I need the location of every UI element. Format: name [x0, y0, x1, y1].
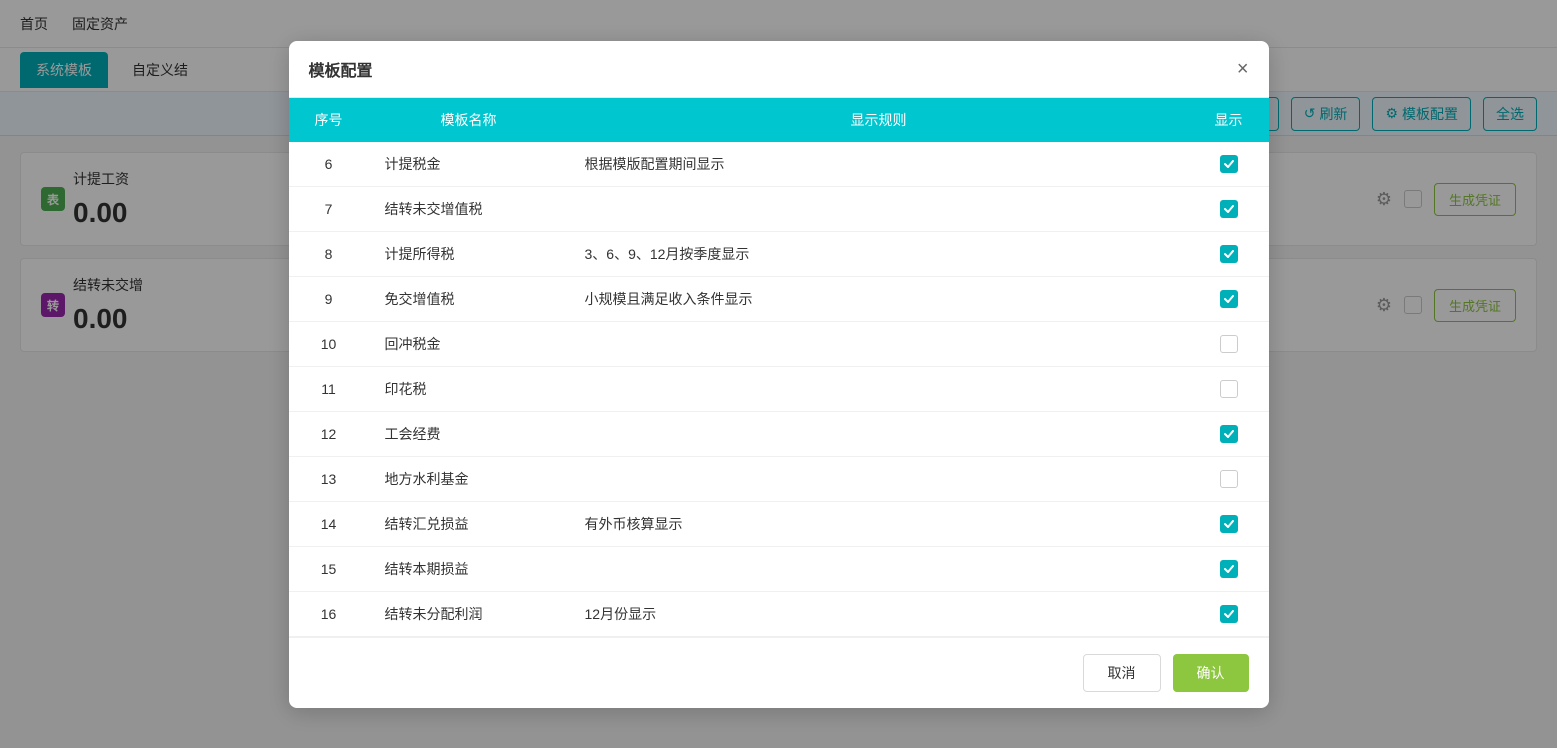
row-checkbox-6[interactable]	[1205, 155, 1253, 173]
table-row: 11印花税	[289, 366, 1269, 411]
row-checkbox-10[interactable]	[1205, 335, 1253, 353]
dialog-footer: 取消 确认	[289, 637, 1269, 708]
table-row: 6计提税金根据模版配置期间显示	[289, 142, 1269, 187]
row-name-10: 回冲税金	[369, 321, 569, 366]
row-id-6: 6	[289, 142, 369, 187]
table-row: 7结转未交增值税	[289, 186, 1269, 231]
template-table: 序号 模板名称 显示规则 显示 6计提税金根据模版配置期间显示7结转未交增值税8…	[289, 98, 1269, 637]
table-row: 16结转未分配利润12月份显示	[289, 591, 1269, 636]
table-row: 8计提所得税3、6、9、12月按季度显示	[289, 231, 1269, 276]
dialog-overlay: 模板配置 × 序号 模板名称 显示规则 显示 6计提税金根据模版配置期间	[0, 0, 1557, 748]
table-row: 13地方水利基金	[289, 456, 1269, 501]
row-rule-14: 有外币核算显示	[569, 501, 1189, 546]
row-id-8: 8	[289, 231, 369, 276]
row-id-11: 11	[289, 366, 369, 411]
row-checkbox-12[interactable]	[1205, 425, 1253, 443]
row-checkbox-9[interactable]	[1205, 290, 1253, 308]
confirm-button[interactable]: 确认	[1173, 654, 1249, 692]
col-header-name: 模板名称	[369, 98, 569, 142]
row-name-14: 结转汇兑损益	[369, 501, 569, 546]
row-checkbox-cell-13	[1189, 456, 1269, 501]
col-header-rule: 显示规则	[569, 98, 1189, 142]
row-id-16: 16	[289, 591, 369, 636]
row-id-9: 9	[289, 276, 369, 321]
row-checkbox-cell-16	[1189, 591, 1269, 636]
template-config-dialog: 模板配置 × 序号 模板名称 显示规则 显示 6计提税金根据模版配置期间	[289, 41, 1269, 708]
row-checkbox-14[interactable]	[1205, 515, 1253, 533]
row-rule-6: 根据模版配置期间显示	[569, 142, 1189, 187]
row-id-10: 10	[289, 321, 369, 366]
dialog-title: 模板配置	[309, 57, 373, 81]
row-checkbox-8[interactable]	[1205, 245, 1253, 263]
cancel-button[interactable]: 取消	[1083, 654, 1161, 692]
row-id-14: 14	[289, 501, 369, 546]
row-rule-10	[569, 321, 1189, 366]
col-header-id: 序号	[289, 98, 369, 142]
row-checkbox-cell-6	[1189, 142, 1269, 187]
row-id-13: 13	[289, 456, 369, 501]
row-id-15: 15	[289, 546, 369, 591]
row-name-6: 计提税金	[369, 142, 569, 187]
row-checkbox-cell-7	[1189, 186, 1269, 231]
table-row: 12工会经费	[289, 411, 1269, 456]
row-name-7: 结转未交增值税	[369, 186, 569, 231]
row-checkbox-cell-10	[1189, 321, 1269, 366]
table-row: 15结转本期损益	[289, 546, 1269, 591]
row-id-12: 12	[289, 411, 369, 456]
row-rule-11	[569, 366, 1189, 411]
table-header-row: 序号 模板名称 显示规则 显示	[289, 98, 1269, 142]
row-name-9: 免交增值税	[369, 276, 569, 321]
row-checkbox-cell-11	[1189, 366, 1269, 411]
row-checkbox-cell-14	[1189, 501, 1269, 546]
row-name-11: 印花税	[369, 366, 569, 411]
dialog-header: 模板配置 ×	[289, 41, 1269, 98]
row-rule-9: 小规模且满足收入条件显示	[569, 276, 1189, 321]
row-name-16: 结转未分配利润	[369, 591, 569, 636]
row-checkbox-15[interactable]	[1205, 560, 1253, 578]
row-checkbox-7[interactable]	[1205, 200, 1253, 218]
background-page: 首页 固定资产 系统模板 自定义结 测算金额 ▶ 视频 ↺ 刷新 ⚙ 模板配置 …	[0, 0, 1557, 748]
col-header-display: 显示	[1189, 98, 1269, 142]
row-checkbox-16[interactable]	[1205, 605, 1253, 623]
row-checkbox-cell-9	[1189, 276, 1269, 321]
dialog-close-button[interactable]: ×	[1237, 59, 1249, 79]
row-checkbox-11[interactable]	[1205, 380, 1253, 398]
row-name-13: 地方水利基金	[369, 456, 569, 501]
dialog-body: 序号 模板名称 显示规则 显示 6计提税金根据模版配置期间显示7结转未交增值税8…	[289, 98, 1269, 637]
row-checkbox-13[interactable]	[1205, 470, 1253, 488]
table-row: 10回冲税金	[289, 321, 1269, 366]
row-checkbox-cell-8	[1189, 231, 1269, 276]
row-id-7: 7	[289, 186, 369, 231]
row-name-8: 计提所得税	[369, 231, 569, 276]
table-row: 14结转汇兑损益有外币核算显示	[289, 501, 1269, 546]
row-rule-15	[569, 546, 1189, 591]
row-rule-16: 12月份显示	[569, 591, 1189, 636]
row-name-15: 结转本期损益	[369, 546, 569, 591]
row-checkbox-cell-15	[1189, 546, 1269, 591]
table-row: 9免交增值税小规模且满足收入条件显示	[289, 276, 1269, 321]
row-rule-7	[569, 186, 1189, 231]
row-rule-13	[569, 456, 1189, 501]
row-rule-8: 3、6、9、12月按季度显示	[569, 231, 1189, 276]
row-rule-12	[569, 411, 1189, 456]
row-checkbox-cell-12	[1189, 411, 1269, 456]
row-name-12: 工会经费	[369, 411, 569, 456]
